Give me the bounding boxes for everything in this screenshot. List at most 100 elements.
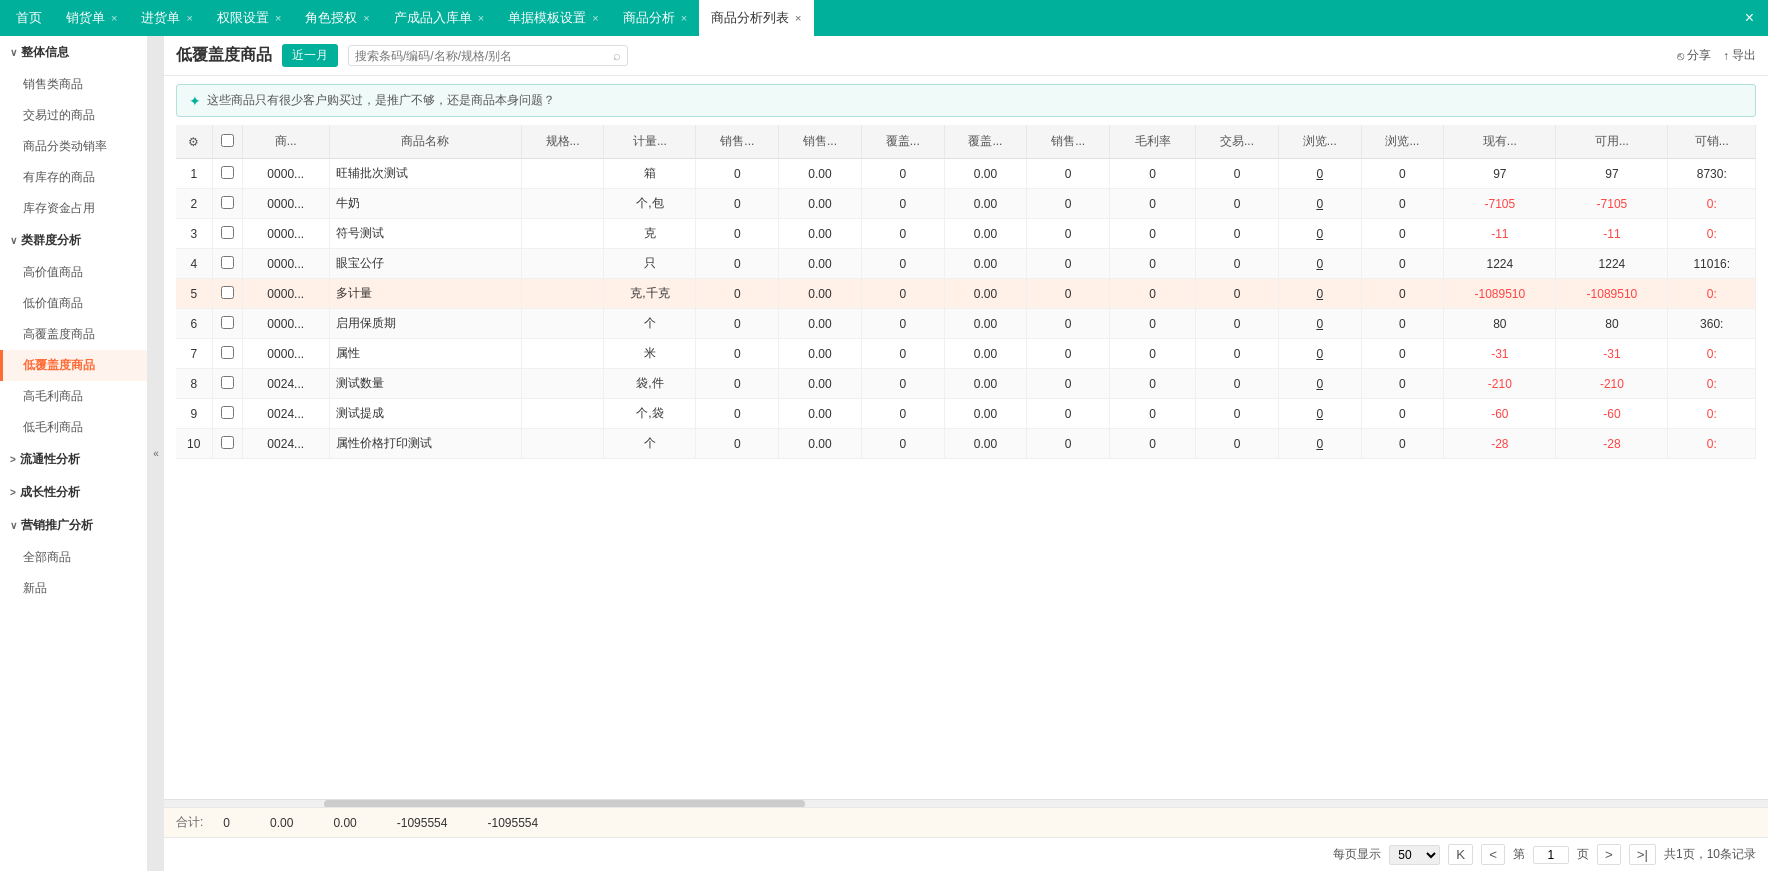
- nav-close-analysis-list[interactable]: ×: [795, 12, 801, 24]
- col-sales3[interactable]: 销售...: [1027, 125, 1110, 159]
- row-browse1[interactable]: 0: [1278, 159, 1361, 189]
- row-browse1[interactable]: 0: [1278, 249, 1361, 279]
- col-saleable[interactable]: 可销...: [1668, 125, 1756, 159]
- col-spec[interactable]: 规格...: [521, 125, 604, 159]
- sidebar-item-category-rate[interactable]: 商品分类动销率: [0, 131, 147, 162]
- col-code[interactable]: 商...: [242, 125, 329, 159]
- nav-role-auth[interactable]: 角色授权 ×: [293, 0, 381, 36]
- row-name: 符号测试: [329, 219, 521, 249]
- row-browse1[interactable]: 0: [1278, 339, 1361, 369]
- search-input[interactable]: [355, 49, 613, 63]
- sidebar-item-low-value[interactable]: 低价值商品: [0, 288, 147, 319]
- row-browse1[interactable]: 0: [1278, 189, 1361, 219]
- row-checkbox[interactable]: [221, 316, 234, 329]
- col-stock[interactable]: 现有...: [1444, 125, 1556, 159]
- row-checkbox[interactable]: [221, 436, 234, 449]
- select-all-checkbox[interactable]: [221, 134, 234, 147]
- sidebar-item-new-goods[interactable]: 新品: [0, 573, 147, 604]
- export-button[interactable]: ↑ 导出: [1723, 47, 1756, 64]
- col-name[interactable]: 商品名称: [329, 125, 521, 159]
- col-gross-rate[interactable]: 毛利率: [1109, 125, 1195, 159]
- row-check[interactable]: [212, 339, 242, 369]
- row-browse1[interactable]: 0: [1278, 309, 1361, 339]
- row-s3: 0: [1027, 369, 1110, 399]
- row-unit: 袋,件: [604, 369, 696, 399]
- nav-close-role[interactable]: ×: [363, 12, 369, 24]
- sidebar-item-high-value[interactable]: 高价值商品: [0, 257, 147, 288]
- sidebar-item-all-goods[interactable]: 全部商品: [0, 542, 147, 573]
- sidebar-item-inventory-funds[interactable]: 库存资金占用: [0, 193, 147, 224]
- row-browse1[interactable]: 0: [1278, 369, 1361, 399]
- row-check[interactable]: [212, 309, 242, 339]
- next-page-button[interactable]: >: [1597, 844, 1621, 865]
- col-sales2[interactable]: 销售...: [779, 125, 862, 159]
- row-checkbox[interactable]: [221, 226, 234, 239]
- row-checkbox[interactable]: [221, 406, 234, 419]
- time-filter-button[interactable]: 近一月: [282, 44, 338, 67]
- row-checkbox[interactable]: [221, 256, 234, 269]
- nav-analysis[interactable]: 商品分析 ×: [611, 0, 699, 36]
- nav-close-template[interactable]: ×: [592, 12, 598, 24]
- row-check[interactable]: [212, 159, 242, 189]
- col-unit[interactable]: 计量...: [604, 125, 696, 159]
- sidebar-item-high-margin[interactable]: 高毛利商品: [0, 381, 147, 412]
- col-coverage2[interactable]: 覆盖...: [944, 125, 1027, 159]
- row-check[interactable]: [212, 369, 242, 399]
- sidebar-section-growth[interactable]: > 成长性分析: [0, 476, 147, 509]
- nav-template[interactable]: 单据模板设置 ×: [496, 0, 610, 36]
- sidebar-collapse-button[interactable]: «: [148, 36, 164, 871]
- nav-close-permissions[interactable]: ×: [275, 12, 281, 24]
- row-checkbox[interactable]: [221, 286, 234, 299]
- first-page-button[interactable]: K: [1448, 844, 1473, 865]
- nav-analysis-list[interactable]: 商品分析列表 ×: [699, 0, 813, 36]
- nav-home[interactable]: 首页: [4, 0, 54, 36]
- share-button[interactable]: ⎋ 分享: [1677, 47, 1711, 64]
- row-c2: 0.00: [944, 279, 1027, 309]
- row-checkbox[interactable]: [221, 196, 234, 209]
- sidebar-section-group-analysis[interactable]: ∨ 类群度分析: [0, 224, 147, 257]
- nav-close-all-button[interactable]: ×: [1735, 9, 1764, 27]
- nav-permissions[interactable]: 权限设置 ×: [205, 0, 293, 36]
- horizontal-scrollbar[interactable]: [164, 799, 1768, 807]
- per-page-select[interactable]: 50 20 100 200: [1389, 845, 1440, 865]
- col-trade[interactable]: 交易...: [1196, 125, 1279, 159]
- row-checkbox[interactable]: [221, 346, 234, 359]
- nav-sales[interactable]: 销货单 ×: [54, 0, 129, 36]
- col-browse1[interactable]: 浏览...: [1278, 125, 1361, 159]
- sidebar-item-traded-goods[interactable]: 交易过的商品: [0, 100, 147, 131]
- sidebar-item-high-coverage[interactable]: 高覆盖度商品: [0, 319, 147, 350]
- row-check[interactable]: [212, 189, 242, 219]
- page-number-input[interactable]: [1533, 846, 1569, 864]
- row-check[interactable]: [212, 399, 242, 429]
- row-browse1[interactable]: 0: [1278, 279, 1361, 309]
- row-checkbox[interactable]: [221, 376, 234, 389]
- nav-close-purchase[interactable]: ×: [186, 12, 192, 24]
- sidebar-section-liquidity[interactable]: > 流通性分析: [0, 443, 147, 476]
- row-check[interactable]: [212, 249, 242, 279]
- col-coverage1[interactable]: 覆盖...: [861, 125, 944, 159]
- row-browse1[interactable]: 0: [1278, 219, 1361, 249]
- row-browse1[interactable]: 0: [1278, 429, 1361, 459]
- row-check[interactable]: [212, 219, 242, 249]
- last-page-button[interactable]: >|: [1629, 844, 1656, 865]
- sidebar-section-marketing[interactable]: ∨ 营销推广分析: [0, 509, 147, 542]
- nav-purchase[interactable]: 进货单 ×: [129, 0, 204, 36]
- nav-close-sales[interactable]: ×: [111, 12, 117, 24]
- sidebar-section-overview[interactable]: ∨ 整体信息: [0, 36, 147, 69]
- nav-close-production[interactable]: ×: [478, 12, 484, 24]
- sidebar-item-in-stock[interactable]: 有库存的商品: [0, 162, 147, 193]
- prev-page-button[interactable]: <: [1481, 844, 1505, 865]
- sidebar-item-sales-goods[interactable]: 销售类商品: [0, 69, 147, 100]
- row-check[interactable]: [212, 279, 242, 309]
- col-available[interactable]: 可用...: [1556, 125, 1668, 159]
- nav-production[interactable]: 产成品入库单 ×: [382, 0, 496, 36]
- col-sales1[interactable]: 销售...: [696, 125, 779, 159]
- col-settings[interactable]: ⚙: [176, 125, 212, 159]
- sidebar-item-low-margin[interactable]: 低毛利商品: [0, 412, 147, 443]
- nav-close-analysis[interactable]: ×: [681, 12, 687, 24]
- row-browse1[interactable]: 0: [1278, 399, 1361, 429]
- col-browse2[interactable]: 浏览...: [1361, 125, 1444, 159]
- row-check[interactable]: [212, 429, 242, 459]
- sidebar-item-low-coverage[interactable]: 低覆盖度商品: [0, 350, 147, 381]
- row-checkbox[interactable]: [221, 166, 234, 179]
